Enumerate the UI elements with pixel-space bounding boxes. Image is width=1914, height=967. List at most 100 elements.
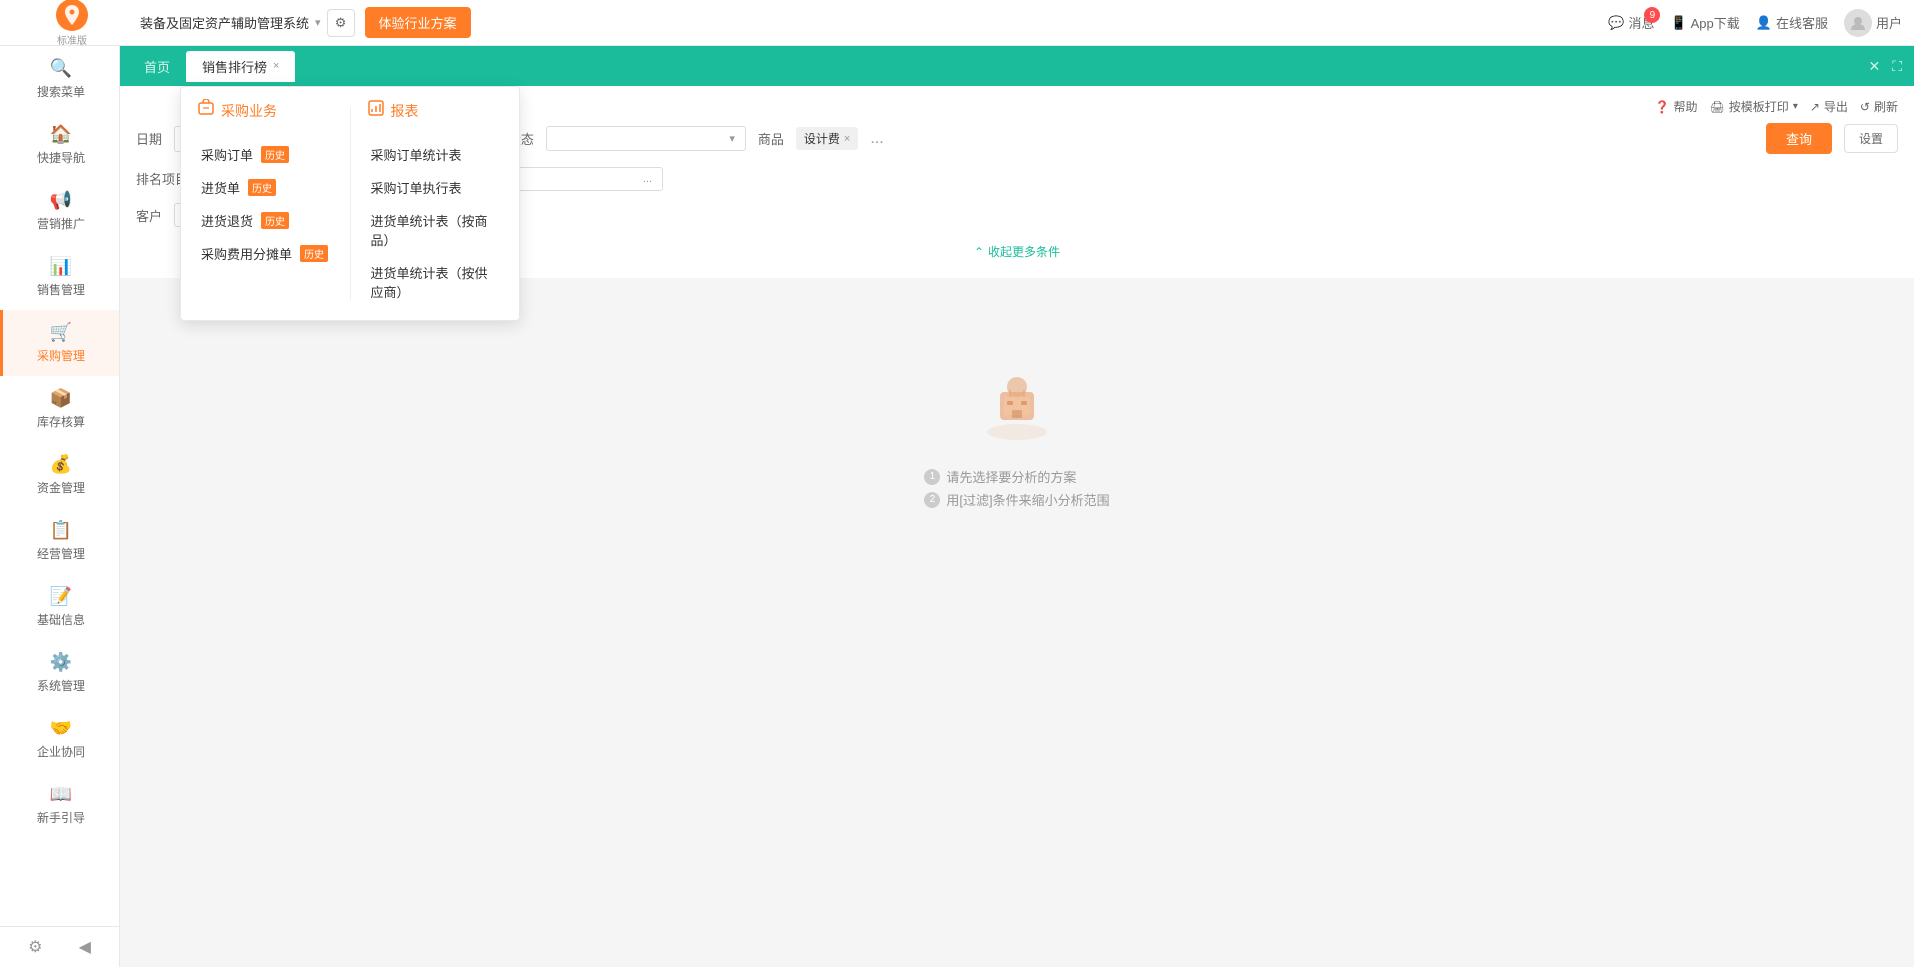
menu-item-stock-in[interactable]: 进货单 历史 <box>197 171 334 204</box>
sidebar-item-label: 库存核算 <box>37 413 85 430</box>
sidebar-item-label: 搜索菜单 <box>37 83 85 100</box>
tab-close-icon[interactable]: × <box>273 60 279 72</box>
history-tag-purchase-order: 历史 <box>261 146 289 163</box>
tab-sales-rank-label: 销售排行榜 <box>202 57 267 76</box>
system-icon: ⚙️ <box>50 652 72 673</box>
history-tag-stock-return: 历史 <box>261 212 289 229</box>
refresh-icon: ↺ <box>1860 100 1870 114</box>
goods-tag-close[interactable]: × <box>844 133 850 145</box>
sidebar-item-label: 销售管理 <box>37 281 85 298</box>
menu-item-purchase-order-exec[interactable]: 采购订单执行表 <box>367 171 504 204</box>
goods-tag-value: 设计费 <box>804 130 840 147</box>
sidebar-item-marketing[interactable]: 📢 营销推广 <box>0 178 119 244</box>
tab-bar: 首页 销售排行榜 × ✕ ⛶ <box>120 46 1914 86</box>
empty-tips: 1 请先选择要分析的方案 2 用[过滤]条件来缩小分析范围 <box>924 467 1109 509</box>
help-btn[interactable]: ❓ 帮助 <box>1655 98 1698 115</box>
top-header: 标准版 装备及固定资产辅助管理系统 ▾ ⚙ 体验行业方案 💬 消息 9 📱 Ap… <box>0 0 1914 46</box>
main-layout: 🔍 搜索菜单 🏠 快捷导航 📢 营销推广 📊 销售管理 🛒 采购管理 📦 库存核… <box>0 46 1914 967</box>
goods-dots-btn[interactable]: ... <box>870 130 883 148</box>
goods-tag: 设计费 × <box>796 127 858 150</box>
header-right: 💬 消息 9 📱 App下载 👤 在线客服 用户 <box>1608 9 1902 37</box>
refresh-label: 刷新 <box>1874 98 1898 115</box>
print-label: 按模板打印 <box>1729 98 1789 115</box>
settings-icon[interactable]: ⚙ <box>327 9 355 37</box>
tab-sales-rank[interactable]: 销售排行榜 × <box>186 51 295 82</box>
search-icon: 🔍 <box>50 58 72 79</box>
bill-status-select[interactable]: ▾ <box>546 126 746 151</box>
marketing-icon: 📢 <box>50 190 72 211</box>
collapse-sidebar-icon[interactable]: ◀ <box>79 937 91 957</box>
refresh-btn[interactable]: ↺ 刷新 <box>1860 98 1898 115</box>
menu-item-stock-in-by-supplier-label: 进货单统计表（按供应商） <box>371 263 500 301</box>
sidebar-item-guide[interactable]: 📖 新手引导 <box>0 772 119 838</box>
online-service-btn[interactable]: 👤 在线客服 <box>1756 13 1828 32</box>
guide-icon: 📖 <box>50 784 72 805</box>
inventory-icon: 📦 <box>50 388 72 409</box>
empty-tip-1: 1 请先选择要分析的方案 <box>924 467 1109 486</box>
collapse-label: 收起更多条件 <box>988 243 1060 260</box>
basic-info-icon: 📝 <box>50 586 72 607</box>
collapse-icon: ⌃ <box>974 245 984 259</box>
menu-item-stock-in-by-goods-label: 进货单统计表（按商品） <box>371 211 500 249</box>
collapse-btn[interactable]: ⌃ 收起更多条件 <box>968 237 1066 266</box>
empty-illustration <box>972 362 1062 455</box>
purchase-icon: 🛒 <box>50 322 72 343</box>
sidebar-item-enterprise[interactable]: 🤝 企业协同 <box>0 706 119 772</box>
sidebar-item-purchase[interactable]: 🛒 采购管理 <box>0 310 119 376</box>
purchase-business-col: 采购业务 采购订单 历史 进货单 历史 进货退货 历史 采购费用分摊单 历史 <box>181 99 350 308</box>
salesperson-dropdown-icon: ... <box>643 173 652 185</box>
phone-icon: 📱 <box>1670 15 1686 31</box>
business-col-title-text: 采购业务 <box>221 101 277 121</box>
operations-icon: 📋 <box>50 520 72 541</box>
system-dropdown-arrow[interactable]: ▾ <box>315 16 321 29</box>
menu-item-purchase-order-stat[interactable]: 采购订单统计表 <box>367 138 504 171</box>
sidebar-item-label: 营销推广 <box>37 215 85 232</box>
help-icon: ❓ <box>1655 100 1670 114</box>
sidebar-item-basic-info[interactable]: 📝 基础信息 <box>0 574 119 640</box>
sidebar-item-quick-nav[interactable]: 🏠 快捷导航 <box>0 112 119 178</box>
sales-icon: 📊 <box>50 256 72 277</box>
menu-item-purchase-order[interactable]: 采购订单 历史 <box>197 138 334 171</box>
history-tag-purchase-expense: 历史 <box>300 245 328 262</box>
print-btn[interactable]: 🖨 按模板打印 ▾ <box>1710 98 1798 115</box>
sidebar-item-system[interactable]: ⚙️ 系统管理 <box>0 640 119 706</box>
tab-bar-expand-btn[interactable]: ⛶ <box>1888 58 1906 75</box>
tip-text-1: 请先选择要分析的方案 <box>946 467 1076 486</box>
help-label: 帮助 <box>1674 98 1698 115</box>
home-icon: 🏠 <box>50 124 72 145</box>
export-icon: ↗ <box>1810 100 1820 114</box>
menu-item-stock-return-label: 进货退货 <box>201 211 253 230</box>
purchase-report-title: 报表 <box>367 99 504 128</box>
menu-item-purchase-expense[interactable]: 采购费用分摊单 历史 <box>197 237 334 270</box>
enterprise-icon: 🤝 <box>50 718 72 739</box>
user-btn[interactable]: 用户 <box>1844 9 1902 37</box>
print-dropdown-icon[interactable]: ▾ <box>1793 101 1798 112</box>
menu-item-stock-in-by-supplier[interactable]: 进货单统计表（按供应商） <box>367 256 504 308</box>
industry-btn[interactable]: 体验行业方案 <box>365 7 471 38</box>
empty-state: 1 请先选择要分析的方案 2 用[过滤]条件来缩小分析范围 <box>120 282 1914 589</box>
message-icon: 💬 <box>1608 15 1624 31</box>
sidebar-item-sales[interactable]: 📊 销售管理 <box>0 244 119 310</box>
export-btn[interactable]: ↗ 导出 <box>1810 98 1848 115</box>
settings-bottom-icon[interactable]: ⚙ <box>28 937 42 957</box>
menu-item-stock-return[interactable]: 进货退货 历史 <box>197 204 334 237</box>
tip-text-2: 用[过滤]条件来缩小分析范围 <box>946 490 1109 509</box>
tab-bar-close-btn[interactable]: ✕ <box>1860 58 1888 75</box>
menu-item-purchase-order-stat-label: 采购订单统计表 <box>371 145 462 164</box>
sidebar-item-operations[interactable]: 📋 经营管理 <box>0 508 119 574</box>
history-tag-stock-in: 历史 <box>248 179 276 196</box>
tip-num-1: 1 <box>924 469 940 485</box>
online-service-label: 在线客服 <box>1776 13 1828 32</box>
menu-item-stock-in-by-goods[interactable]: 进货单统计表（按商品） <box>367 204 504 256</box>
tab-home[interactable]: 首页 <box>128 51 186 82</box>
sidebar: 🔍 搜索菜单 🏠 快捷导航 📢 营销推广 📊 销售管理 🛒 采购管理 📦 库存核… <box>0 46 120 967</box>
settings-btn[interactable]: 设置 <box>1844 124 1898 153</box>
app-download-btn[interactable]: 📱 App下载 <box>1670 13 1739 32</box>
logo-subtitle: 标准版 <box>57 32 87 47</box>
sidebar-item-label: 资金管理 <box>37 479 85 496</box>
sidebar-item-search[interactable]: 🔍 搜索菜单 <box>0 46 119 112</box>
query-btn[interactable]: 查询 <box>1766 123 1832 154</box>
sidebar-item-finance[interactable]: 💰 资金管理 <box>0 442 119 508</box>
sidebar-item-inventory[interactable]: 📦 库存核算 <box>0 376 119 442</box>
message-btn[interactable]: 💬 消息 9 <box>1608 13 1654 32</box>
